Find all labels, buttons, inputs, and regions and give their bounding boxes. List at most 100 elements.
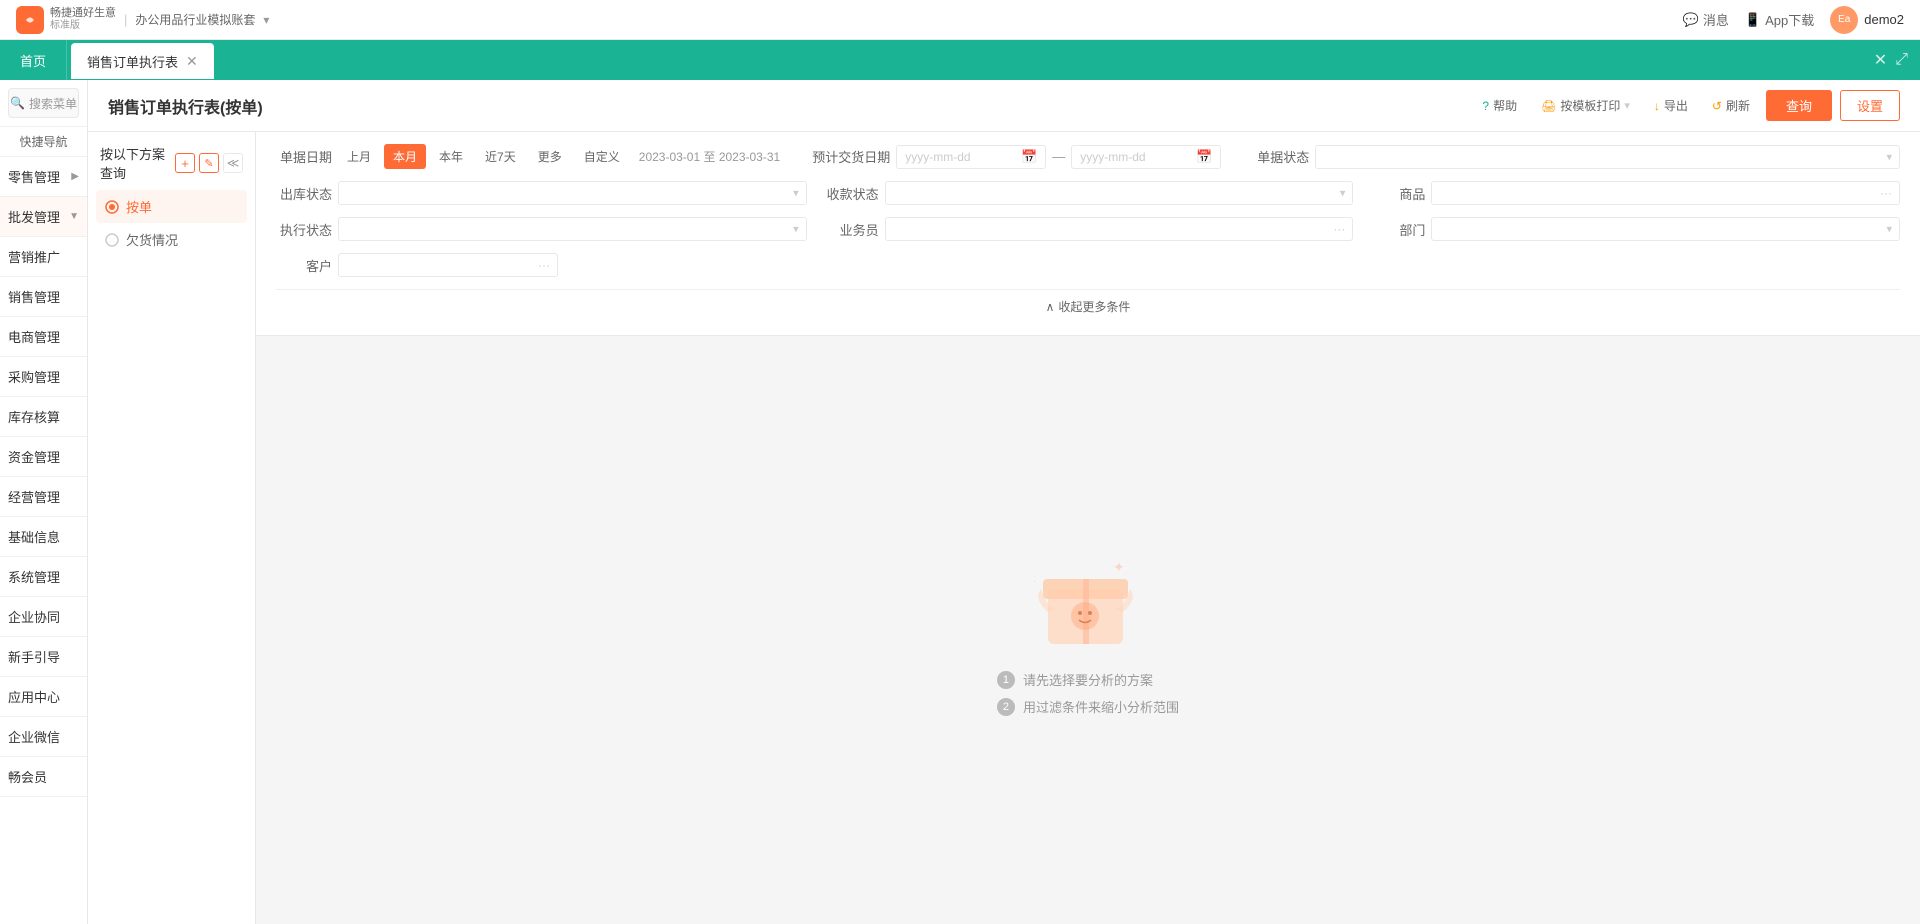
- sidebar-item-purchase-label: 采购管理: [8, 367, 60, 386]
- expected-date-to[interactable]: yyyy-mm-dd 📅: [1071, 145, 1221, 169]
- message-btn[interactable]: 💬 消息: [1683, 10, 1729, 29]
- goods-input[interactable]: [1431, 181, 1900, 205]
- sidebar-item-newbie[interactable]: 新手引导: [0, 637, 87, 676]
- calendar-to-icon[interactable]: 📅: [1196, 149, 1212, 165]
- print-dropdown-icon[interactable]: ▾: [1624, 99, 1630, 112]
- message-label: 消息: [1703, 10, 1729, 29]
- sidebar-item-system[interactable]: 系统管理: [0, 557, 87, 596]
- nav-dropdown-icon[interactable]: ▾: [263, 13, 269, 27]
- date-options: 上月 本月 本年 近7天 更多 自定义: [338, 144, 629, 169]
- collapse-label: 收起更多条件: [1058, 298, 1130, 315]
- date-filter-group: 单据日期 上月 本月 本年 近7天 更多 自定义 2023-03-01 至 20…: [276, 144, 780, 169]
- scheme-order-icon: [104, 199, 120, 215]
- sidebar-item-wechat-label: 企业微信: [8, 727, 60, 746]
- sidebar-item-app-center[interactable]: 应用中心: [0, 677, 87, 716]
- scheme-add-btn[interactable]: +: [175, 153, 195, 173]
- sidebar-item-enterprise[interactable]: 企业协同: [0, 597, 87, 636]
- date-this-month[interactable]: 本月: [384, 144, 426, 169]
- print-label: 按模板打印: [1560, 97, 1620, 114]
- user-area[interactable]: Ea demo2: [1830, 6, 1904, 34]
- scheme-item-order[interactable]: 按单: [96, 190, 247, 223]
- date-custom[interactable]: 自定义: [575, 144, 629, 169]
- sidebar-item-sales[interactable]: 销售管理: [0, 277, 87, 316]
- left-panel-header: 按以下方案查询 + ✎ ≪: [96, 144, 247, 182]
- sidebar-item-wechat[interactable]: 企业微信: [0, 717, 87, 756]
- sidebar-search-btn[interactable]: 🔍 搜索菜单: [8, 88, 79, 118]
- dept-select[interactable]: [1431, 217, 1900, 241]
- date-dash: —: [1052, 149, 1065, 164]
- nav-path: 办公用品行业模拟账套: [135, 11, 255, 28]
- print-btn[interactable]: 🖨 按模板打印 ▾: [1533, 93, 1638, 118]
- main-layout: 🔍 搜索菜单 快捷导航 零售管理 ▶ 批发管理 ▼ 营销推广: [0, 80, 1920, 924]
- header-right: 💬 消息 📱 App下载 Ea demo2: [1683, 6, 1904, 34]
- tab-home-label: 首页: [20, 51, 46, 70]
- ship-status-select[interactable]: [338, 181, 807, 205]
- sidebar-item-retail[interactable]: 零售管理 ▶: [0, 157, 87, 196]
- exec-status-select[interactable]: [338, 217, 807, 241]
- sidebar-section-wechat: 企业微信: [0, 717, 87, 757]
- sidebar-item-sales-label: 销售管理: [8, 287, 60, 306]
- sidebar-item-basic[interactable]: 基础信息: [0, 517, 87, 556]
- scheme-collapse-btn[interactable]: ≪: [223, 153, 243, 173]
- payment-status-group: 收款状态: [823, 181, 1354, 205]
- tab-home[interactable]: 首页: [0, 40, 67, 80]
- sidebar-item-member[interactable]: 畅会员: [0, 757, 87, 796]
- header-left: 畅捷通好生意 标准版 | 办公用品行业模拟账套 ▾: [16, 6, 269, 34]
- help-btn[interactable]: ? 帮助: [1474, 93, 1525, 118]
- collapse-filter-btn[interactable]: ∧ 收起更多条件: [276, 289, 1900, 323]
- date-last-month[interactable]: 上月: [338, 144, 380, 169]
- sidebar-item-marketing[interactable]: 营销推广: [0, 237, 87, 276]
- dept-wrap: [1431, 217, 1900, 241]
- tab-close-window-btn[interactable]: ✕: [1874, 50, 1887, 70]
- sidebar-item-operation-label: 经营管理: [8, 487, 60, 506]
- calendar-from-icon[interactable]: 📅: [1021, 149, 1037, 165]
- expected-date-from[interactable]: yyyy-mm-dd 📅: [896, 145, 1046, 169]
- app-download-btn[interactable]: 📱 App下载: [1745, 10, 1814, 29]
- refresh-icon: ↺: [1712, 99, 1722, 113]
- scheme-item-arrears[interactable]: 欠货情况: [96, 223, 247, 256]
- scheme-edit-btn[interactable]: ✎: [199, 153, 219, 173]
- empty-state: ✦ ·: [256, 336, 1920, 924]
- left-panel: 按以下方案查询 + ✎ ≪ 按单: [88, 132, 256, 924]
- sidebar-item-wholesale[interactable]: 批发管理 ▼: [0, 197, 87, 236]
- tab-close-icon[interactable]: ✕: [186, 53, 198, 70]
- scheme-list: 按单 欠货情况: [96, 190, 247, 256]
- goods-group: 商品 ···: [1369, 181, 1900, 205]
- exec-status-wrap: [338, 217, 807, 241]
- payment-status-select[interactable]: [885, 181, 1354, 205]
- sidebar-item-purchase[interactable]: 采购管理: [0, 357, 87, 396]
- sidebar-item-inventory[interactable]: 库存核算: [0, 397, 87, 436]
- tab-expand-btn[interactable]: ⤢: [1895, 51, 1908, 69]
- sidebar-item-enterprise-label: 企业协同: [8, 607, 60, 626]
- settings-btn[interactable]: 设置: [1840, 90, 1900, 121]
- query-btn[interactable]: 查询: [1766, 90, 1832, 121]
- expected-date-label: 预计交货日期: [812, 147, 890, 166]
- salesman-input[interactable]: [885, 217, 1354, 241]
- filter-row-3: 执行状态 业务员 ···: [276, 217, 1900, 241]
- svg-text:✦: ✦: [1113, 559, 1125, 575]
- page-actions: ? 帮助 🖨 按模板打印 ▾ ↓ 导出 ↺ 刷新 查询 设置: [1474, 90, 1900, 121]
- status-select[interactable]: [1315, 145, 1900, 169]
- sidebar-quick-nav[interactable]: 快捷导航: [0, 127, 87, 157]
- sidebar-item-ecommerce[interactable]: 电商管理: [0, 317, 87, 356]
- date-more[interactable]: 更多: [529, 144, 571, 169]
- sidebar-item-operation[interactable]: 经营管理: [0, 477, 87, 516]
- hint-text-1: 请先选择要分析的方案: [1023, 670, 1153, 689]
- export-btn[interactable]: ↓ 导出: [1646, 93, 1696, 118]
- sidebar-item-finance[interactable]: 资金管理: [0, 437, 87, 476]
- sidebar-section-ecommerce: 电商管理: [0, 317, 87, 357]
- logo-icon: [16, 6, 44, 34]
- date-last7[interactable]: 近7天: [476, 144, 525, 169]
- print-icon: 🖨: [1541, 99, 1556, 113]
- main-content: 单据日期 上月 本月 本年 近7天 更多 自定义 2023-03-01 至 20…: [256, 132, 1920, 924]
- sidebar-item-retail-label: 零售管理: [8, 167, 60, 186]
- sidebar-item-app-center-label: 应用中心: [8, 687, 60, 706]
- date-this-year[interactable]: 本年: [430, 144, 472, 169]
- customer-group: 客户 ···: [276, 253, 558, 277]
- hint-text-2: 用过滤条件来缩小分析范围: [1023, 697, 1179, 716]
- sidebar-section-retail: 零售管理 ▶: [0, 157, 87, 197]
- tab-sales-order[interactable]: 销售订单执行表 ✕: [71, 43, 214, 79]
- sidebar-item-marketing-label: 营销推广: [8, 247, 60, 266]
- customer-input[interactable]: [338, 253, 558, 277]
- refresh-btn[interactable]: ↺ 刷新: [1704, 93, 1758, 118]
